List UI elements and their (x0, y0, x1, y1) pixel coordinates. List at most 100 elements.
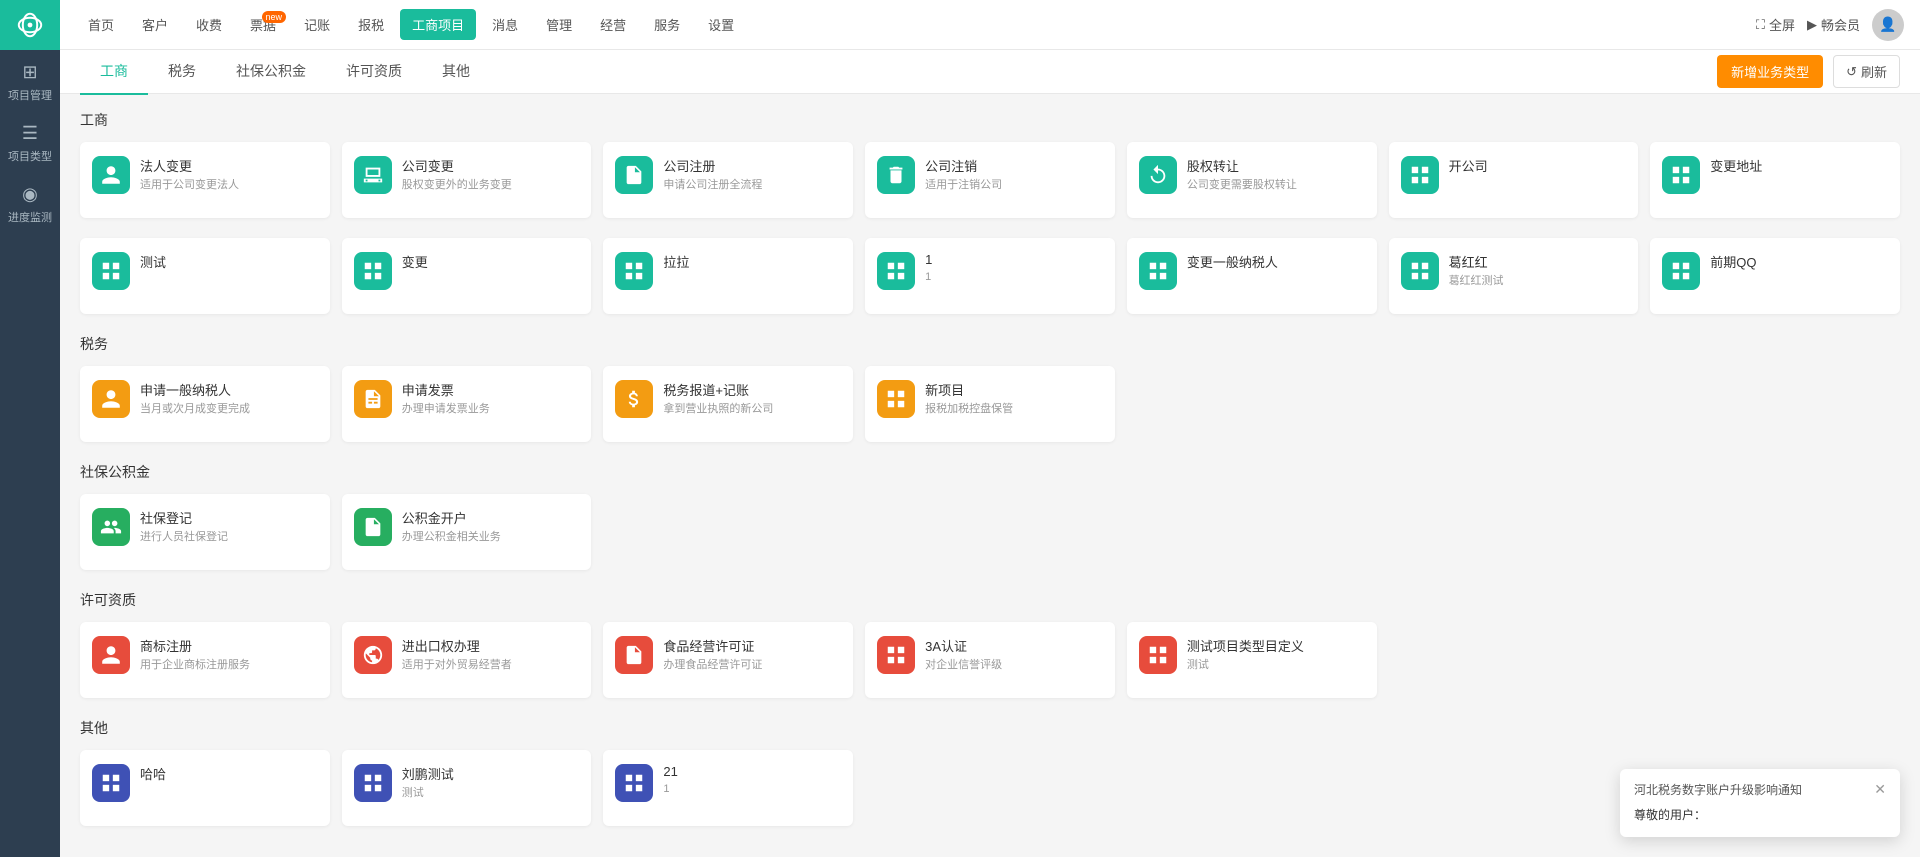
card-icon-test-type (1139, 636, 1177, 674)
card-icon-liupeng-test (354, 764, 392, 802)
card-one[interactable]: 1 1 (865, 238, 1115, 314)
section-title-tax: 税务 (80, 334, 1900, 354)
sidebar-item-project-management[interactable]: ⊞ 项目管理 (0, 50, 60, 111)
refresh-icon: ↺ (1846, 64, 1857, 80)
section-title-social: 社保公积金 (80, 462, 1900, 482)
card-equity-transfer[interactable]: 股权转让 公司变更需要股权转让 (1127, 142, 1377, 218)
card-test-type[interactable]: 测试项目类型目定义 测试 (1127, 622, 1377, 698)
card-apply-invoice[interactable]: 申请发票 办理申请发票业务 (342, 366, 592, 442)
card-social-register[interactable]: 社保登记 进行人员社保登记 (80, 494, 330, 570)
main-area: 首页 客户 收费 票据 new 记账 报税 工商项目 消息 管理 经营 服务 设… (60, 0, 1920, 857)
industry-cards-row1: 法人变更 适用于公司变更法人 公司变更 股权变更外的业务变更 (80, 142, 1900, 218)
card-desc: 办理公积金相关业务 (402, 530, 580, 545)
card-import-export[interactable]: 进出口权办理 适用于对外贸易经营者 (342, 622, 592, 698)
nav-message[interactable]: 消息 (480, 9, 530, 40)
card-desc: 进行人员社保登记 (140, 530, 318, 545)
card-legal-change[interactable]: 法人变更 适用于公司变更法人 (80, 142, 330, 218)
sidebar-item-label: 项目管理 (8, 87, 52, 103)
card-desc: 办理食品经营许可证 (663, 658, 841, 673)
sidebar-logo[interactable] (0, 0, 60, 50)
card-icon-3a-cert (877, 636, 915, 674)
card-desc: 报税加税控盘保管 (925, 402, 1103, 417)
card-icon-social-register (92, 508, 130, 546)
card-icon-gehonghong (1401, 252, 1439, 290)
card-title: 葛红红 (1449, 252, 1627, 271)
card-haha[interactable]: 哈哈 (80, 750, 330, 826)
card-title: 变更 (402, 252, 580, 271)
card-desc: 适用于对外贸易经营者 (402, 658, 580, 673)
new-type-button[interactable]: 新增业务类型 (1717, 55, 1823, 88)
card-change2[interactable]: 变更 (342, 238, 592, 314)
card-title: 法人变更 (140, 156, 318, 175)
card-company-cancel[interactable]: 公司注销 适用于注销公司 (865, 142, 1115, 218)
card-desc: 适用于注销公司 (925, 178, 1103, 193)
card-company-change[interactable]: 公司变更 股权变更外的业务变更 (342, 142, 592, 218)
nav-accounting[interactable]: 记账 (292, 9, 342, 40)
tab-license[interactable]: 许可资质 (326, 50, 422, 95)
card-title: 公积金开户 (402, 508, 580, 527)
card-twenty-one[interactable]: 21 1 (603, 750, 853, 826)
nav-operation[interactable]: 经营 (588, 9, 638, 40)
sidebar-item-progress-monitor[interactable]: ◉ 进度监测 (0, 172, 60, 233)
card-food-license[interactable]: 食品经营许可证 办理食品经营许可证 (603, 622, 853, 698)
user-avatar[interactable]: 👤 (1872, 9, 1904, 41)
nav-service[interactable]: 服务 (642, 9, 692, 40)
sidebar-item-project-type[interactable]: ☰ 项目类型 (0, 111, 60, 172)
card-apply-general-tax[interactable]: 申请一般纳税人 当月或次月成变更完成 (80, 366, 330, 442)
invoice-badge: new (262, 11, 287, 23)
fullscreen-button[interactable]: ⛶ 全屏 (1756, 15, 1795, 34)
card-title: 商标注册 (140, 636, 318, 655)
card-title: 变更地址 (1710, 156, 1888, 175)
nav-industry[interactable]: 工商项目 (400, 9, 476, 40)
card-icon-qianqi-qq (1662, 252, 1700, 290)
tab-other[interactable]: 其他 (422, 50, 490, 95)
nav-manage[interactable]: 管理 (534, 9, 584, 40)
notification-close-button[interactable]: ✕ (1874, 781, 1886, 798)
card-gehonghong[interactable]: 葛红红 葛红红测试 (1389, 238, 1639, 314)
card-desc: 1 (925, 270, 1103, 285)
card-qianqi-qq[interactable]: 前期QQ (1650, 238, 1900, 314)
sidebar: ⊞ 项目管理 ☰ 项目类型 ◉ 进度监测 (0, 0, 60, 857)
nav-customer[interactable]: 客户 (130, 9, 180, 40)
section-title-license: 许可资质 (80, 590, 1900, 610)
card-title: 21 (663, 764, 841, 779)
member-icon: ▶ (1807, 17, 1817, 33)
section-title-other: 其他 (80, 718, 1900, 738)
card-icon-tax-report-accounting (615, 380, 653, 418)
nav-tax[interactable]: 报税 (346, 9, 396, 40)
card-change-general[interactable]: 变更一般纳税人 (1127, 238, 1377, 314)
section-title-industry: 工商 (80, 110, 1900, 130)
card-change-address[interactable]: 变更地址 (1650, 142, 1900, 218)
card-fund-open[interactable]: 公积金开户 办理公积金相关业务 (342, 494, 592, 570)
tabs-actions: 新增业务类型 ↺ 刷新 (1717, 55, 1900, 88)
tab-industry[interactable]: 工商 (80, 50, 148, 95)
card-title: 进出口权办理 (402, 636, 580, 655)
card-new-project[interactable]: 新项目 报税加税控盘保管 (865, 366, 1115, 442)
nav-home[interactable]: 首页 (76, 9, 126, 40)
nav-billing[interactable]: 收费 (184, 9, 234, 40)
card-3a-cert[interactable]: 3A认证 对企业信誉评级 (865, 622, 1115, 698)
notification-content: 尊敬的用户： (1634, 806, 1886, 825)
tab-tax[interactable]: 税务 (148, 50, 216, 95)
card-test[interactable]: 测试 (80, 238, 330, 314)
card-icon-twenty-one (615, 764, 653, 802)
card-trademark[interactable]: 商标注册 用于企业商标注册服务 (80, 622, 330, 698)
card-open-company[interactable]: 开公司 (1389, 142, 1639, 218)
card-icon-import-export (354, 636, 392, 674)
card-desc: 适用于公司变更法人 (140, 178, 318, 193)
notification-popup: 河北税务数字账户升级影响通知 ✕ 尊敬的用户： (1620, 769, 1900, 837)
card-company-register[interactable]: 公司注册 申请公司注册全流程 (603, 142, 853, 218)
industry-cards-row2: 测试 变更 (80, 238, 1900, 314)
card-lala[interactable]: 拉拉 (603, 238, 853, 314)
tab-social-insurance[interactable]: 社保公积金 (216, 50, 326, 95)
card-tax-report-accounting[interactable]: 税务报道+记账 拿到营业执照的新公司 (603, 366, 853, 442)
nav-invoice[interactable]: 票据 new (238, 9, 288, 40)
card-title: 1 (925, 252, 1103, 267)
member-button[interactable]: ▶ 畅会员 (1807, 15, 1860, 34)
nav-settings[interactable]: 设置 (696, 9, 746, 40)
topnav: 首页 客户 收费 票据 new 记账 报税 工商项目 消息 管理 经营 服务 设… (60, 0, 1920, 50)
card-liupeng-test[interactable]: 刘鹏测试 测试 (342, 750, 592, 826)
card-desc: 葛红红测试 (1449, 274, 1627, 289)
card-icon-fund-open (354, 508, 392, 546)
refresh-button[interactable]: ↺ 刷新 (1833, 55, 1900, 88)
